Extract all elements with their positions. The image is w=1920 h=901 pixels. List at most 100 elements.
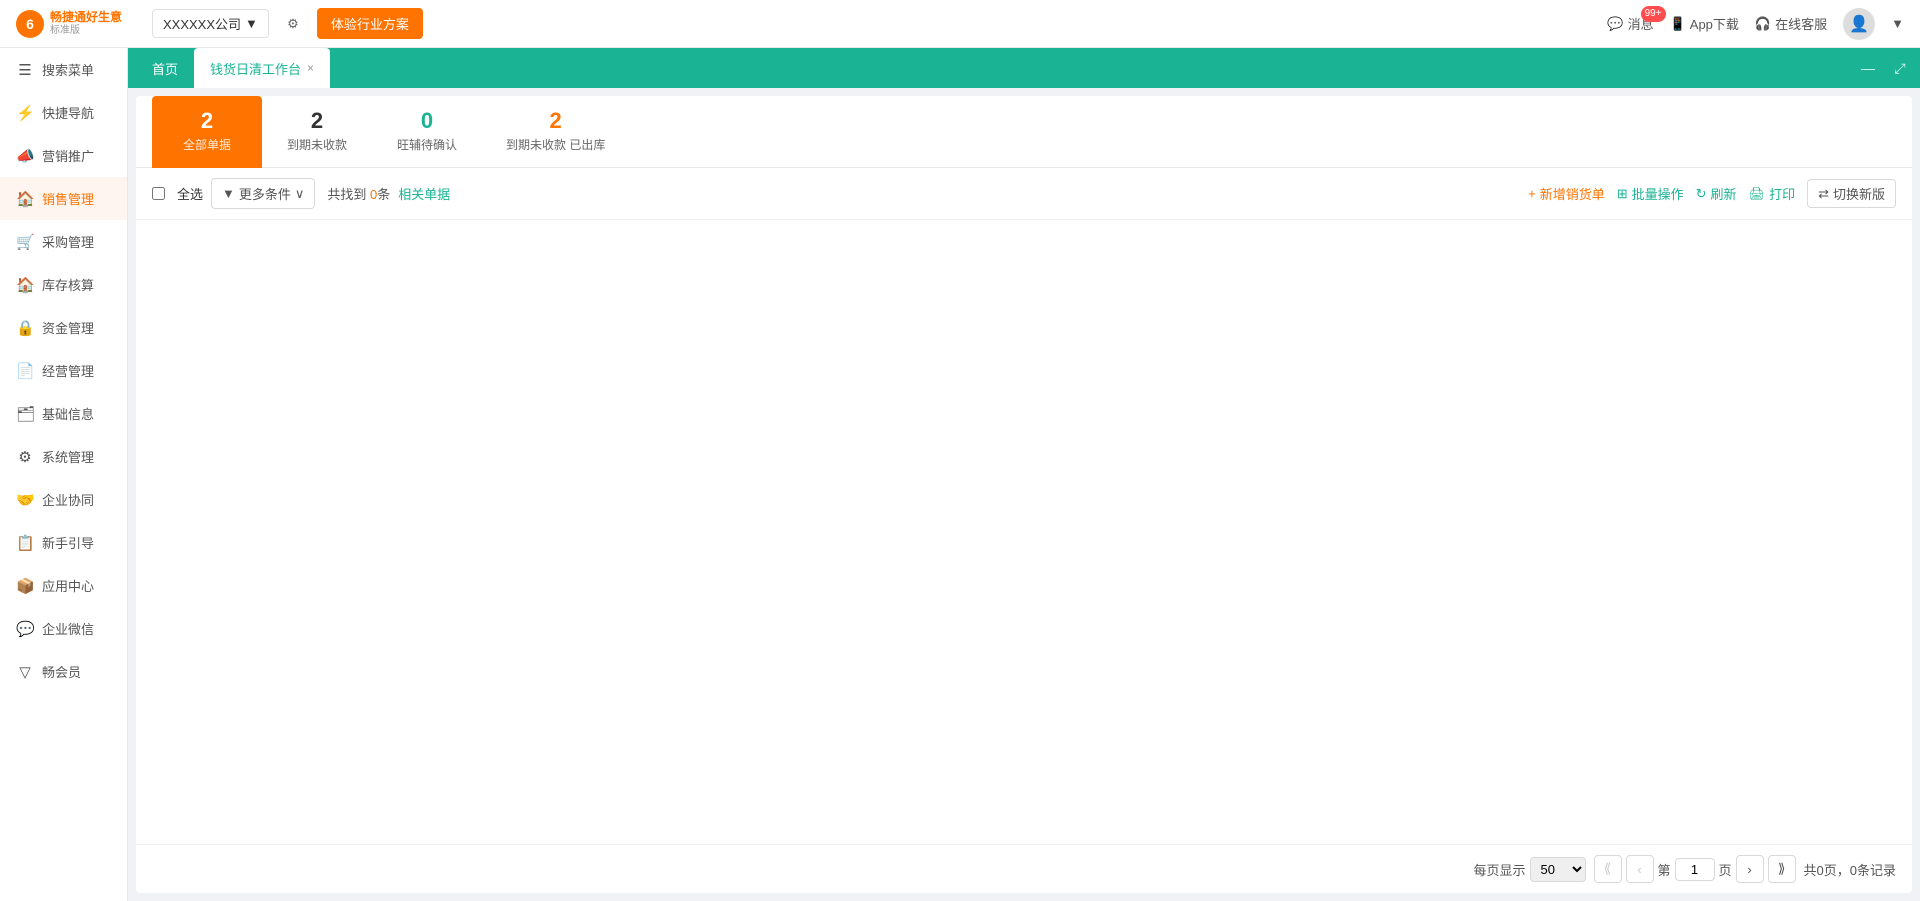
batch-ops-button[interactable]: ⊞ 批量操作 [1617, 184, 1684, 203]
tab-close-icon[interactable]: × [307, 61, 314, 75]
sidebar-item-sales[interactable]: 🏠 销售管理 [0, 177, 127, 220]
app-center-icon: 📦 [16, 577, 34, 595]
sidebar-item-member[interactable]: ▽ 畅会员 [0, 650, 127, 693]
top-header: 6 畅捷通好生意 标准版 XXXXXX公司 ▼ ⚙ 体验行业方案 💬 消息 99… [0, 0, 1920, 48]
logo-text-area: 畅捷通好生意 标准版 [50, 10, 122, 36]
sidebar-label-finance: 资金管理 [42, 318, 94, 337]
filter-label: 更多条件 [239, 184, 291, 203]
new-sales-label: 新增销货单 [1540, 184, 1605, 203]
sidebar-item-basic-info[interactable]: 🗂 基础信息 [0, 392, 127, 435]
enterprise-icon: 🤝 [16, 491, 34, 509]
page-unit: 页 [1719, 860, 1732, 879]
app-download-label: App下载 [1690, 14, 1739, 33]
logo-title: 畅捷通好生意 [50, 10, 122, 24]
online-service-label: 在线客服 [1775, 14, 1827, 33]
per-page-label: 每页显示 [1473, 860, 1525, 879]
toolbar-right: + 新增销货单 ⊞ 批量操作 ↻ 刷新 🖨 打印 ⇄ 切换新版 [1528, 179, 1896, 208]
stat-tab-all[interactable]: 2 全部单据 [152, 96, 262, 168]
logo-area: 6 畅捷通好生意 标准版 [16, 10, 144, 38]
next-page-button[interactable]: › [1736, 855, 1764, 883]
new-sales-button[interactable]: + 新增销货单 [1528, 184, 1605, 203]
stat-label-overdue: 到期未收款 [287, 136, 347, 153]
sidebar-item-finance[interactable]: 🔒 资金管理 [0, 306, 127, 349]
stats-tabs: 2 全部单据 2 到期未收款 0 旺辅待确认 2 到期未收款 已出库 [136, 96, 1912, 168]
tab-actions: — ⤢ [1856, 56, 1912, 80]
sidebar-label-enterprise: 企业协同 [42, 490, 94, 509]
expand-icon: ⤢ [1894, 60, 1905, 77]
found-count: 0 [370, 187, 377, 202]
online-service-button[interactable]: 🎧 在线客服 [1755, 14, 1827, 33]
sidebar-item-quick-nav[interactable]: ⚡ 快捷导航 [0, 91, 127, 134]
sidebar-item-purchase[interactable]: 🛒 采购管理 [0, 220, 127, 263]
app-download-button[interactable]: 📱 App下载 [1670, 14, 1739, 33]
sidebar-label-member: 畅会员 [42, 662, 81, 681]
sidebar-item-marketing[interactable]: 📣 营销推广 [0, 134, 127, 177]
user-avatar[interactable]: 👤 [1843, 8, 1875, 40]
table-area [136, 220, 1912, 844]
tab-work-bench[interactable]: 钱货日清工作台 × [194, 48, 330, 88]
related-link[interactable]: 相关单据 [398, 184, 450, 203]
refresh-icon: ↻ [1696, 186, 1707, 202]
sidebar-label-basic-info: 基础信息 [42, 404, 94, 423]
search-menu-icon: ☰ [16, 61, 34, 79]
tab-expand-button[interactable]: ⤢ [1888, 56, 1912, 80]
sidebar-item-beginner[interactable]: 📋 新手引导 [0, 521, 127, 564]
per-page-select: 每页显示 10 20 50 100 [1473, 857, 1585, 882]
stat-tab-pending[interactable]: 0 旺辅待确认 [372, 96, 482, 167]
purchase-icon: 🛒 [16, 233, 34, 251]
switch-version-button[interactable]: ⇄ 切换新版 [1807, 179, 1896, 208]
sidebar-item-enterprise[interactable]: 🤝 企业协同 [0, 478, 127, 521]
select-all-checkbox[interactable] [152, 187, 165, 200]
company-name: XXXXXX公司 [163, 14, 241, 33]
sidebar-item-operations[interactable]: 📄 经营管理 [0, 349, 127, 392]
per-page-dropdown[interactable]: 10 20 50 100 [1530, 857, 1586, 882]
stat-num-pending: 0 [421, 108, 433, 134]
filter-button[interactable]: ▼ 更多条件 ∨ [211, 178, 315, 209]
sidebar-label-app-center: 应用中心 [42, 576, 94, 595]
switch-label: 切换新版 [1833, 184, 1885, 203]
sidebar-label-sales: 销售管理 [42, 189, 94, 208]
logo-icon: 6 [16, 10, 44, 38]
pagination-bar: 每页显示 10 20 50 100 ⟪ ‹ 第 页 › ⟫ 共0页，0条记录 [136, 844, 1912, 893]
sidebar: ☰ 搜索菜单 ⚡ 快捷导航 📣 营销推广 🏠 销售管理 🛒 采购管理 🏠 库存核… [0, 48, 128, 901]
refresh-button[interactable]: ↻ 刷新 [1696, 184, 1737, 203]
sidebar-label-search-menu: 搜索菜单 [42, 60, 94, 79]
tab-home[interactable]: 首页 [136, 48, 194, 88]
sidebar-label-marketing: 营销推广 [42, 146, 94, 165]
batch-label: 批量操作 [1632, 184, 1684, 203]
tab-minimize-button[interactable]: — [1856, 56, 1880, 80]
stat-num-all: 2 [201, 108, 213, 134]
refresh-label: 刷新 [1711, 184, 1737, 203]
prev-page-button[interactable]: ‹ [1626, 855, 1654, 883]
sidebar-item-app-center[interactable]: 📦 应用中心 [0, 564, 127, 607]
logo-sub: 标准版 [50, 25, 122, 37]
member-icon: ▽ [16, 663, 34, 681]
avatar-icon: 👤 [1849, 14, 1869, 34]
company-selector[interactable]: XXXXXX公司 ▼ [152, 9, 269, 38]
sidebar-item-enterprise-wx[interactable]: 💬 企业微信 [0, 607, 127, 650]
sidebar-label-operations: 经营管理 [42, 361, 94, 380]
print-button[interactable]: 🖨 打印 [1749, 184, 1796, 203]
messages-button[interactable]: 💬 消息 99+ [1607, 14, 1653, 33]
enterprise-wx-icon: 💬 [16, 620, 34, 638]
trial-button[interactable]: 体验行业方案 [317, 8, 423, 39]
page-label: 第 [1658, 860, 1671, 879]
stat-num-overdue-shipped: 2 [550, 108, 562, 134]
switch-icon: ⇄ [1818, 186, 1829, 202]
print-label: 打印 [1769, 184, 1795, 203]
settings-button[interactable]: ⚙ [279, 10, 307, 38]
select-all-label: 全选 [177, 184, 203, 203]
last-page-button[interactable]: ⟫ [1768, 855, 1796, 883]
tab-home-label: 首页 [152, 59, 178, 78]
user-menu-button[interactable]: ▼ [1891, 16, 1904, 31]
stat-tab-overdue-shipped[interactable]: 2 到期未收款 已出库 [482, 96, 629, 167]
sidebar-item-inventory[interactable]: 🏠 库存核算 [0, 263, 127, 306]
first-page-button[interactable]: ⟪ [1594, 855, 1622, 883]
sidebar-label-inventory: 库存核算 [42, 275, 94, 294]
sidebar-item-sys-mgmt[interactable]: ⚙ 系统管理 [0, 435, 127, 478]
stat-tab-overdue[interactable]: 2 到期未收款 [262, 96, 372, 167]
page-input[interactable] [1675, 858, 1715, 881]
sidebar-item-search-menu[interactable]: ☰ 搜索菜单 [0, 48, 127, 91]
gear-icon: ⚙ [287, 16, 299, 32]
finance-icon: 🔒 [16, 319, 34, 337]
